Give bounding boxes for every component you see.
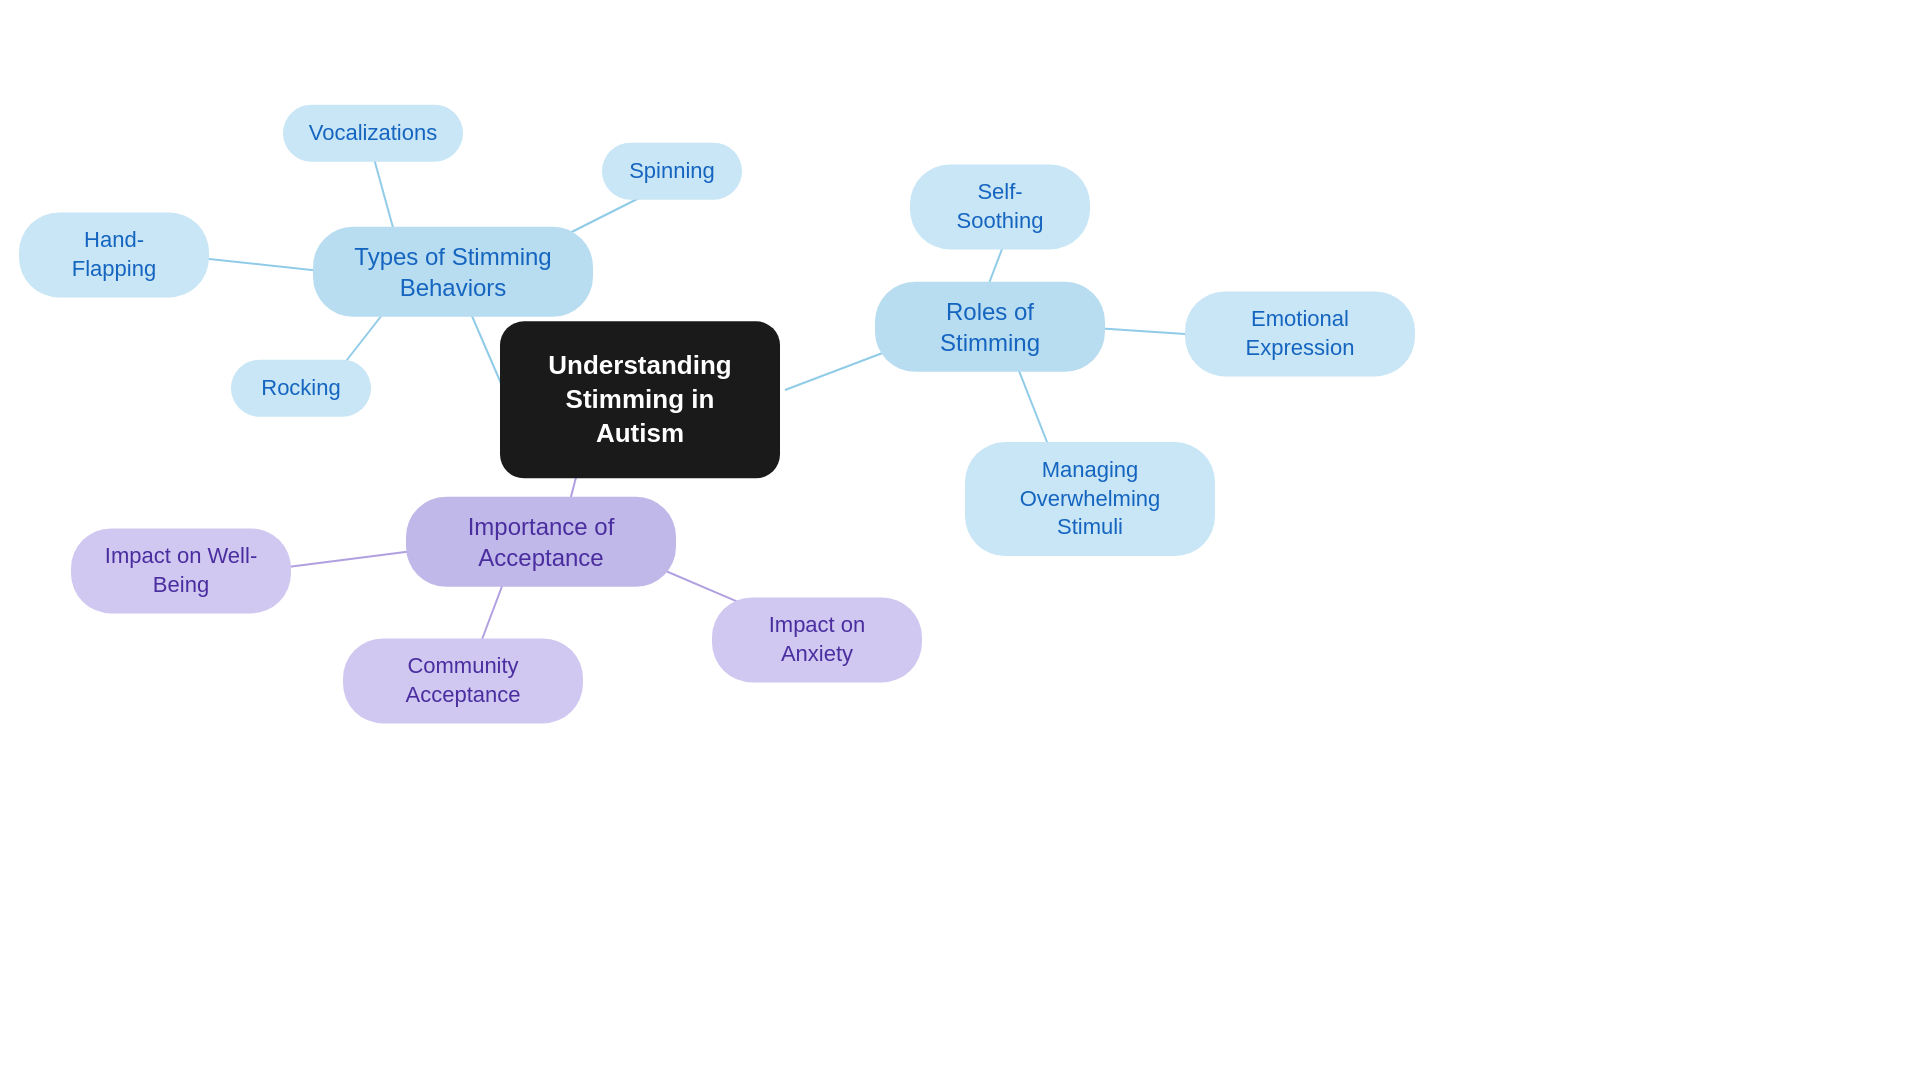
hand-flapping-node: Hand-Flapping [19, 212, 209, 297]
center-node: Understanding Stimming in Autism [500, 321, 780, 478]
rocking-node: Rocking [231, 360, 371, 417]
mind-map-connections [0, 0, 1920, 1083]
self-soothing-node: Self-Soothing [910, 164, 1090, 249]
importance-node: Importance of Acceptance [406, 497, 676, 587]
impact-anxiety-node: Impact on Anxiety [712, 597, 922, 682]
managing-stimuli-node: Managing Overwhelming Stimuli [965, 442, 1215, 556]
svg-line-3 [200, 258, 330, 272]
community-acceptance-node: Community Acceptance [343, 638, 583, 723]
vocalizations-node: Vocalizations [283, 105, 463, 162]
spinning-node: Spinning [602, 143, 742, 200]
types-node: Types of Stimming Behaviors [313, 227, 593, 317]
well-being-node: Impact on Well-Being [71, 528, 291, 613]
emotional-expression-node: Emotional Expression [1185, 291, 1415, 376]
roles-node: Roles of Stimming [875, 282, 1105, 372]
